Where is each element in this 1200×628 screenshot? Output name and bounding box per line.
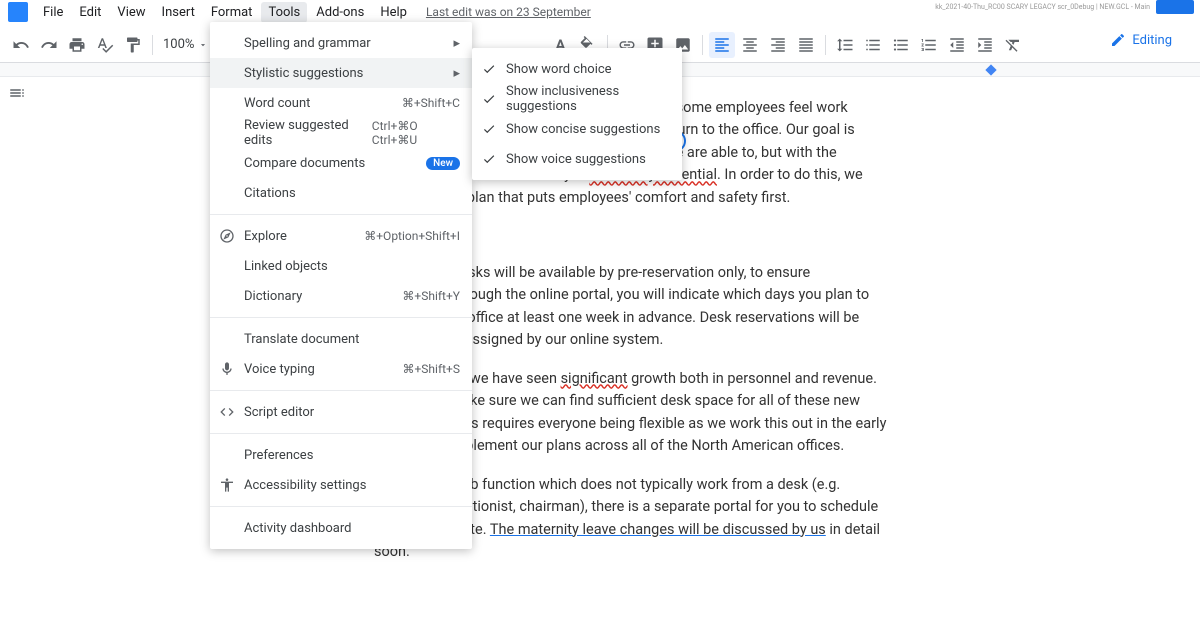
menu-shortcut: ⌘+Option+Shift+I <box>364 229 460 243</box>
submenu-item[interactable]: Show concise suggestions <box>472 114 682 144</box>
tools-menu-item[interactable]: Explore ⌘+Option+Shift+I <box>210 221 472 251</box>
menu-help[interactable]: Help <box>373 2 414 23</box>
decrease-indent-button[interactable] <box>944 32 970 58</box>
tools-menu-item[interactable]: Stylistic suggestions ▸ <box>210 58 472 88</box>
menu-divider <box>210 214 472 215</box>
new-badge: New <box>426 157 460 170</box>
debug-info: kk_2021-40-Thu_RC00 SCARY LEGACY scr_0De… <box>935 3 1150 11</box>
submenu-item-label: Show concise suggestions <box>506 122 660 137</box>
numbered-list-button[interactable] <box>916 32 942 58</box>
menu-item-label: Script editor <box>244 405 314 420</box>
tools-menu-item[interactable]: Preferences <box>210 440 472 470</box>
tools-menu-item[interactable]: Review suggested editsCtrl+⌘O Ctrl+⌘U <box>210 118 472 148</box>
tools-menu-item[interactable]: Spelling and grammar ▸ <box>210 28 472 58</box>
menu-item-label: Activity dashboard <box>244 521 351 536</box>
redo-button[interactable] <box>36 32 62 58</box>
tools-menu-item[interactable]: Script editor <box>210 397 472 427</box>
menu-divider <box>210 390 472 391</box>
editing-mode-button[interactable]: Editing <box>1102 28 1180 52</box>
menu-item-label: Word count <box>244 96 310 111</box>
increase-indent-button[interactable] <box>972 32 998 58</box>
tools-menu-item[interactable]: Accessibility settings <box>210 470 472 500</box>
menu-item-label: Dictionary <box>244 289 302 304</box>
spellcheck-button[interactable] <box>92 32 118 58</box>
menu-format[interactable]: Format <box>204 2 260 23</box>
menu-edit[interactable]: Edit <box>72 2 108 23</box>
submenu-arrow-icon: ▸ <box>453 36 460 51</box>
align-right-button[interactable] <box>765 32 791 58</box>
menu-item-label: Linked objects <box>244 259 328 274</box>
menu-divider <box>210 433 472 434</box>
top-right-info: kk_2021-40-Thu_RC00 SCARY LEGACY scr_0De… <box>935 0 1194 14</box>
menu-item-label: Review suggested edits <box>244 118 372 148</box>
check-icon <box>482 62 496 76</box>
menu-insert[interactable]: Insert <box>155 2 202 23</box>
check-icon <box>482 152 496 166</box>
tools-menu-item[interactable]: Word count ⌘+Shift+C <box>210 88 472 118</box>
last-edit-link[interactable]: Last edit was on 23 September <box>426 5 591 19</box>
line-spacing-button[interactable] <box>832 32 858 58</box>
menu-item-label: Preferences <box>244 448 313 463</box>
menu-file[interactable]: File <box>36 2 70 23</box>
tools-menu-item[interactable]: Dictionary ⌘+Shift+Y <box>210 281 472 311</box>
submenu-item[interactable]: Show word choice <box>472 54 682 84</box>
print-button[interactable] <box>64 32 90 58</box>
check-icon <box>482 92 496 106</box>
document-outline-button[interactable] <box>6 82 28 104</box>
submenu-arrow-icon: ▸ <box>453 66 460 81</box>
menu-shortcut: ⌘+Shift+Y <box>402 289 460 303</box>
mic-icon <box>219 361 235 377</box>
stylistic-suggestions-submenu: Show word choice Show inclusiveness sugge… <box>472 48 682 180</box>
menu-addons[interactable]: Add-ons <box>309 2 371 23</box>
tools-dropdown-menu: Spelling and grammar▸Stylistic suggestio… <box>210 22 472 549</box>
align-center-button[interactable] <box>737 32 763 58</box>
submenu-item[interactable]: Show voice suggestions <box>472 144 682 174</box>
checklist-button[interactable] <box>860 32 886 58</box>
menu-shortcut: ⌘+Shift+C <box>402 96 460 110</box>
menu-item-label: Citations <box>244 186 296 201</box>
align-left-button[interactable] <box>709 32 735 58</box>
chevron-down-icon <box>198 40 208 50</box>
menu-item-label: Voice typing <box>244 362 315 377</box>
docs-logo-icon[interactable] <box>8 2 28 22</box>
menu-item-label: Spelling and grammar <box>244 36 371 51</box>
tools-menu-item[interactable]: Translate document <box>210 324 472 354</box>
pencil-icon <box>1110 32 1126 48</box>
check-icon <box>482 122 496 136</box>
menu-item-label: Explore <box>244 229 287 244</box>
menubar: File Edit View Insert Format Tools Add-o… <box>0 0 1200 24</box>
submenu-item-label: Show word choice <box>506 62 612 77</box>
submenu-item-label: Show voice suggestions <box>506 152 646 167</box>
tools-menu-item[interactable]: Linked objects <box>210 251 472 281</box>
submenu-item[interactable]: Show inclusiveness suggestions <box>472 84 682 114</box>
stylistic-suggestion-span[interactable]: significant <box>561 370 628 387</box>
menu-divider <box>210 317 472 318</box>
tools-menu-item[interactable]: Citations <box>210 178 472 208</box>
clear-formatting-button[interactable] <box>1000 32 1026 58</box>
share-button[interactable] <box>1156 0 1194 14</box>
tools-menu-item[interactable]: Compare documents New <box>210 148 472 178</box>
menu-shortcut: ⌘+Shift+S <box>403 362 461 376</box>
menu-view[interactable]: View <box>110 2 152 23</box>
menu-item-label: Translate document <box>244 332 359 347</box>
zoom-select[interactable]: 100% <box>159 37 212 52</box>
menu-divider <box>210 506 472 507</box>
tools-menu-item[interactable]: Voice typing ⌘+Shift+S <box>210 354 472 384</box>
explore-icon <box>219 228 235 244</box>
menu-item-label: Stylistic suggestions <box>244 66 363 81</box>
undo-button[interactable] <box>8 32 34 58</box>
align-justify-button[interactable] <box>793 32 819 58</box>
menu-item-label: Accessibility settings <box>244 478 366 493</box>
tools-menu-item[interactable]: Activity dashboard <box>210 513 472 543</box>
submenu-item-label: Show inclusiveness suggestions <box>506 84 670 114</box>
menu-item-label: Compare documents <box>244 156 365 171</box>
accessibility-icon <box>219 477 235 493</box>
menu-tools[interactable]: Tools <box>261 2 307 23</box>
stylistic-suggestion-span[interactable]: The maternity leave changes will be disc… <box>490 521 826 538</box>
menu-shortcut: Ctrl+⌘O Ctrl+⌘U <box>372 119 460 147</box>
paint-format-button[interactable] <box>120 32 146 58</box>
bulleted-list-button[interactable] <box>888 32 914 58</box>
script-icon <box>219 404 235 420</box>
ruler-indent-marker[interactable] <box>985 64 996 75</box>
